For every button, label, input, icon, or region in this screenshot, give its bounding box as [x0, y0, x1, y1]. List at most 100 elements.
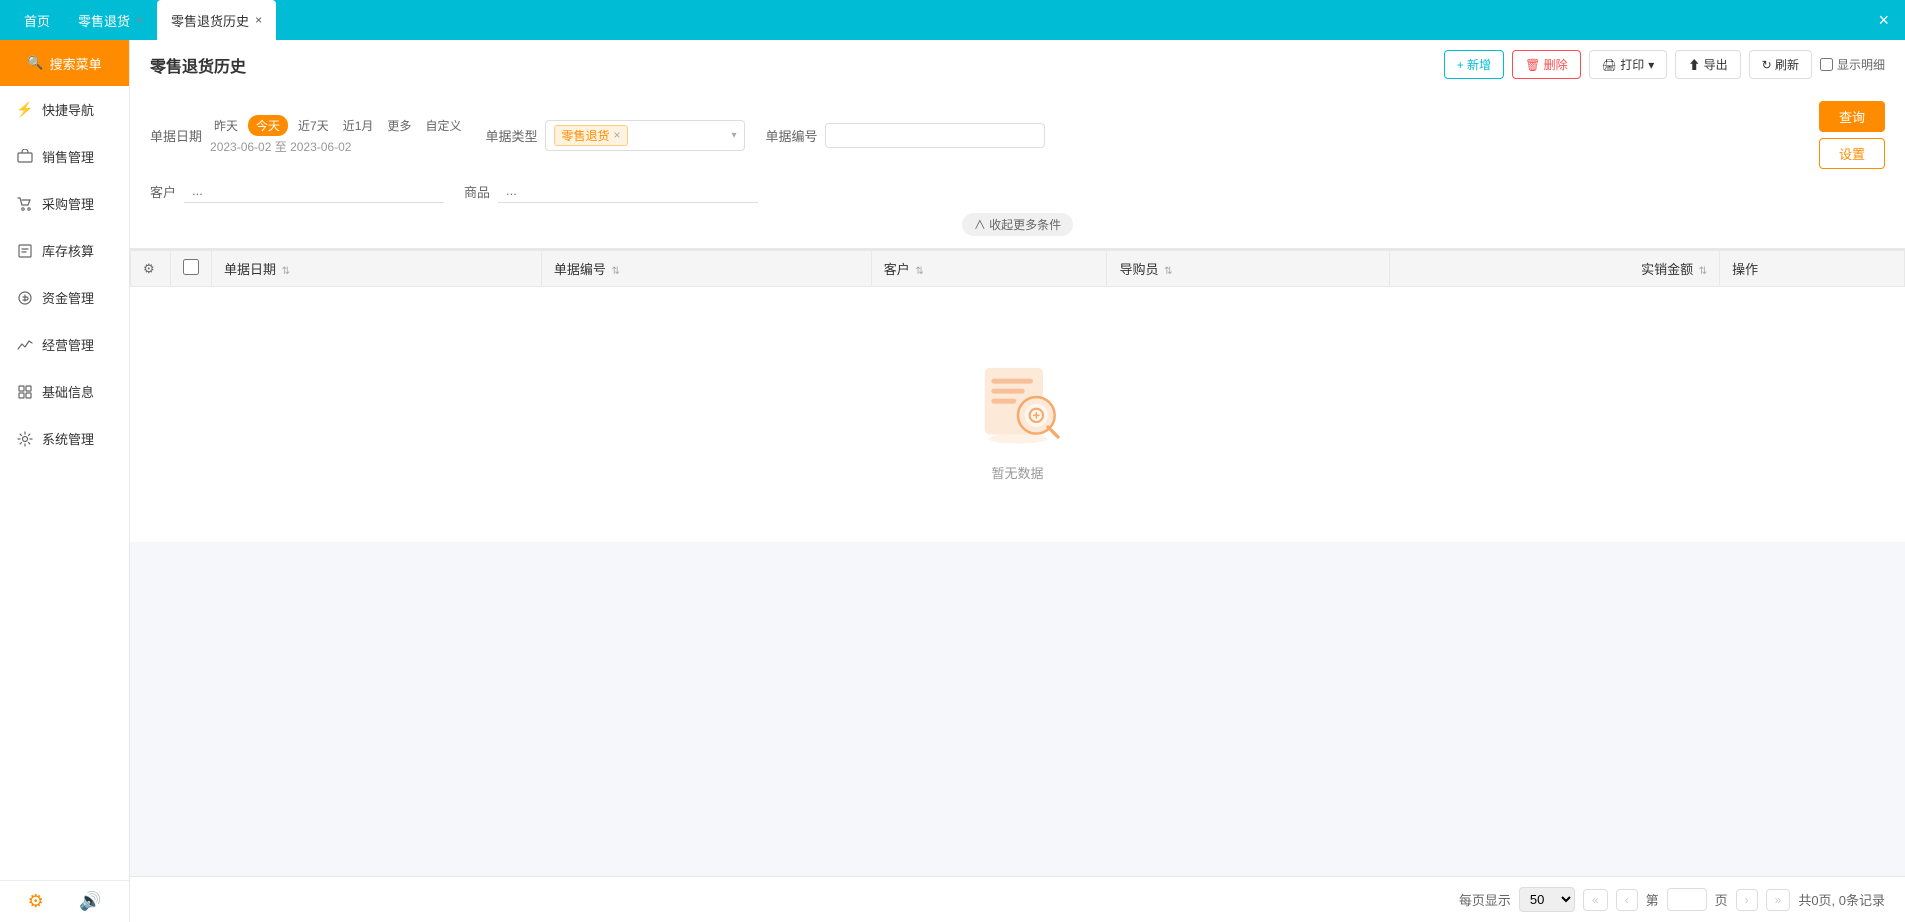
col-guide-label: 导购员 [1119, 262, 1158, 277]
page-header: 零售退货历史 + 新增 🗑 删除 🖨 打印 ▾ ⬆ 导出 ↻ 刷新 显示明细 [130, 40, 1905, 250]
tab-retail-return[interactable]: 零售退货 × [64, 0, 157, 40]
page-title: 零售退货历史 [150, 53, 246, 77]
data-table: ⚙ 单据日期 ⇅ 单据编号 ⇅ [130, 250, 1905, 542]
collapse-button[interactable]: ∧ 收起更多条件 [962, 213, 1073, 236]
col-amount-sort[interactable]: ⇅ [1699, 266, 1707, 277]
sidebar-item-quick-nav[interactable]: ⚡ 快捷导航 [0, 86, 129, 133]
table-settings-icon[interactable]: ⚙ [143, 261, 155, 276]
sidebar-item-operations-label: 经营管理 [42, 335, 94, 354]
doc-type-value: 零售退货 [561, 127, 609, 144]
per-page-label: 每页显示 [1459, 890, 1511, 909]
customer-input[interactable] [184, 179, 444, 203]
doc-number-input[interactable] [825, 123, 1045, 148]
col-customer-sort[interactable]: ⇅ [915, 266, 923, 277]
sidebar-search-label: 搜索菜单 [50, 54, 102, 73]
select-all-checkbox[interactable] [183, 259, 199, 275]
set-button[interactable]: 设置 [1819, 138, 1885, 169]
next-page-button[interactable]: › [1736, 889, 1758, 911]
display-detail-label: 显示明细 [1837, 56, 1885, 73]
tab-retail-return-history-close[interactable]: × [255, 13, 262, 27]
date-opt-more[interactable]: 更多 [383, 115, 415, 136]
sidebar-item-basic-info[interactable]: 基础信息 [0, 368, 129, 415]
date-options-group: 昨天 今天 近7天 近1月 更多 自定义 2023-06-02 至 2023-0… [210, 115, 465, 155]
col-doc-number-sort[interactable]: ⇅ [612, 266, 620, 277]
page-word-label: 第 [1646, 890, 1659, 909]
sidebar-item-sales-label: 销售管理 [42, 147, 94, 166]
sidebar-item-system[interactable]: 系统管理 [0, 415, 129, 462]
sidebar-item-finance[interactable]: 资金管理 [0, 274, 129, 321]
tab-home[interactable]: 首页 [10, 0, 64, 40]
doc-date-label: 单据日期 [150, 126, 202, 145]
search-icon: 🔍 [27, 55, 43, 71]
date-filter: 单据日期 昨天 今天 近7天 近1月 更多 自定义 2023-06-02 至 2… [150, 115, 465, 155]
sidebar-item-inventory[interactable]: 库存核算 [0, 227, 129, 274]
last-page-button[interactable]: » [1766, 889, 1791, 911]
table-header-doc-number: 单据编号 ⇅ [541, 251, 871, 287]
sidebar-item-operations[interactable]: 经营管理 [0, 321, 129, 368]
sidebar-item-purchase-label: 采购管理 [42, 194, 94, 213]
table-header-settings: ⚙ [131, 251, 171, 287]
sidebar-item-finance-label: 资金管理 [42, 288, 94, 307]
sidebar-item-system-label: 系统管理 [42, 429, 94, 448]
delete-button[interactable]: 🗑 删除 [1512, 50, 1581, 79]
date-opt-7days[interactable]: 近7天 [294, 115, 333, 136]
print-arrow: ▾ [1648, 58, 1654, 72]
table-header-doc-date: 单据日期 ⇅ [212, 251, 542, 287]
page-unit-label: 页 [1715, 890, 1728, 909]
date-opt-yesterday[interactable]: 昨天 [210, 115, 242, 136]
date-opt-today[interactable]: 今天 [248, 115, 288, 136]
volume-icon[interactable]: 🔊 [79, 891, 101, 912]
table-body: 暂无数据 [131, 287, 1905, 543]
table-header-customer: 客户 ⇅ [871, 251, 1107, 287]
date-opt-1month[interactable]: 近1月 [339, 115, 378, 136]
col-doc-date-label: 单据日期 [224, 262, 276, 277]
tab-retail-return-history-label: 零售退货历史 [171, 11, 249, 30]
system-icon [16, 430, 34, 448]
print-button[interactable]: 🖨 打印 ▾ [1589, 50, 1668, 79]
goods-input[interactable] [498, 179, 758, 203]
per-page-select[interactable]: 10 20 50 100 [1519, 887, 1575, 912]
main-layout: 🔍 搜索菜单 ⚡ 快捷导航 销售管理 采购管理 库存核算 [0, 40, 1905, 922]
quick-nav-icon: ⚡ [16, 101, 34, 119]
sidebar-item-inventory-label: 库存核算 [42, 241, 94, 260]
tab-home-label: 首页 [24, 11, 50, 30]
query-button[interactable]: 查询 [1819, 101, 1885, 132]
empty-text: 暂无数据 [991, 463, 1043, 482]
goods-filter: 商品 [464, 179, 758, 203]
col-action-label: 操作 [1732, 262, 1758, 277]
date-opt-custom[interactable]: 自定义 [421, 115, 465, 136]
new-button[interactable]: + 新增 [1444, 50, 1504, 79]
window-close-button[interactable]: × [1878, 10, 1889, 31]
tab-retail-return-history[interactable]: 零售退货历史 × [157, 0, 276, 40]
sidebar-item-purchase[interactable]: 采购管理 [0, 180, 129, 227]
date-range-display: 2023-06-02 至 2023-06-02 [210, 138, 465, 155]
inventory-icon [16, 242, 34, 260]
tab-retail-return-label: 零售退货 [78, 11, 130, 30]
export-button[interactable]: ⬆ 导出 [1675, 50, 1740, 79]
first-page-button[interactable]: « [1583, 889, 1608, 911]
sidebar: 🔍 搜索菜单 ⚡ 快捷导航 销售管理 采购管理 库存核算 [0, 40, 130, 922]
display-detail-checkbox[interactable] [1820, 58, 1833, 71]
title-toolbar-row: 零售退货历史 + 新增 🗑 删除 🖨 打印 ▾ ⬆ 导出 ↻ 刷新 显示明细 [130, 40, 1905, 89]
sidebar-item-sales[interactable]: 销售管理 [0, 133, 129, 180]
refresh-button[interactable]: ↻ 刷新 [1749, 50, 1812, 79]
page-number-input[interactable]: 1 [1667, 888, 1707, 911]
doc-type-selector[interactable]: 零售退货 × ▾ [545, 120, 745, 151]
tab-retail-return-close[interactable]: × [136, 13, 143, 27]
sales-icon [16, 148, 34, 166]
sidebar-item-quick-nav-label: 快捷导航 [42, 100, 94, 119]
display-detail-checkbox-label[interactable]: 显示明细 [1820, 56, 1885, 73]
prev-page-button[interactable]: ‹ [1616, 889, 1638, 911]
empty-state-cell: 暂无数据 [131, 287, 1905, 543]
top-bar-right: × [1868, 10, 1905, 31]
doc-type-remove[interactable]: × [613, 128, 620, 142]
col-doc-date-sort[interactable]: ⇅ [282, 266, 290, 277]
table-header-amount: 实销金额 ⇅ [1390, 251, 1720, 287]
purchase-icon [16, 195, 34, 213]
settings-icon[interactable]: ⚙ [28, 891, 44, 912]
empty-icon [968, 347, 1068, 447]
customer-filter: 客户 [150, 179, 444, 203]
col-guide-sort[interactable]: ⇅ [1164, 266, 1172, 277]
sidebar-search[interactable]: 🔍 搜索菜单 [0, 40, 129, 86]
doc-number-label: 单据编号 [765, 126, 817, 145]
